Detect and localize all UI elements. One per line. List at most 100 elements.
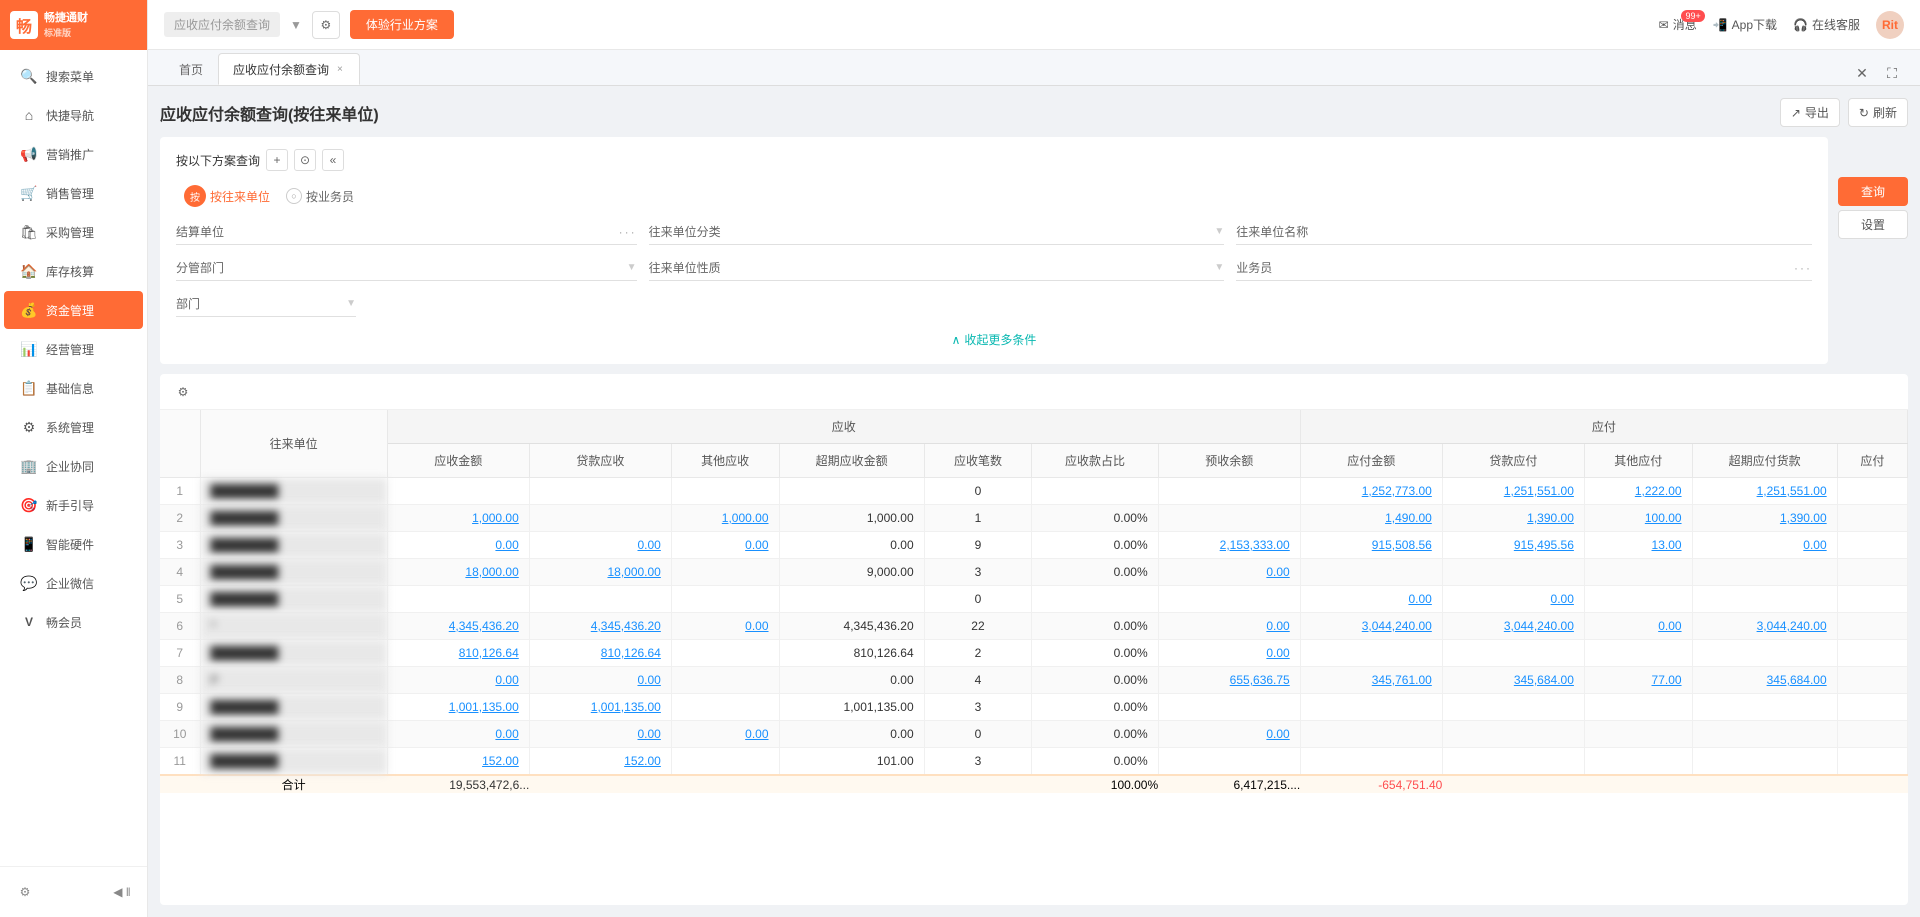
online-service-button[interactable]: 🎧 在线客服 (1793, 16, 1860, 33)
table-cell[interactable]: 0.00 (1158, 640, 1300, 667)
export-button[interactable]: ↗ 导出 (1780, 98, 1840, 127)
filter-collapse-button[interactable]: « (322, 149, 344, 171)
table-cell[interactable]: 915,508.56 (1300, 532, 1442, 559)
table-cell[interactable]: 1,252,773.00 (1300, 478, 1442, 505)
filter-field-partner-name[interactable]: 往来单位名称 (1236, 219, 1812, 245)
table-cell[interactable]: 4,345,436.20 (529, 613, 671, 640)
sidebar-item-corp[interactable]: 🏢 企业协同 (4, 447, 143, 485)
filter-field-dept[interactable]: 分管部门 ▼ (176, 255, 637, 281)
table-cell[interactable]: 1,251,551.00 (1442, 478, 1584, 505)
table-cell[interactable]: 152.00 (529, 748, 671, 776)
app-download-button[interactable]: 📲 App下载 (1713, 16, 1777, 33)
settings-button[interactable]: 设置 (1838, 210, 1908, 239)
tab-close-button[interactable]: × (335, 63, 345, 76)
filter-add-button[interactable]: + (266, 149, 288, 171)
filter-field-partner-nature[interactable]: 往来单位性质 ▼ (649, 255, 1225, 281)
table-cell[interactable]: 1,490.00 (1300, 505, 1442, 532)
table-cell[interactable]: 1,251,551.00 (1692, 478, 1837, 505)
messages-button[interactable]: ✉ 消息 99+ (1659, 16, 1697, 33)
solution-button[interactable]: 体验行业方案 (350, 10, 454, 39)
table-cell[interactable]: 100.00 (1584, 505, 1692, 532)
table-cell (1837, 478, 1907, 505)
refresh-button[interactable]: ↻ 刷新 (1848, 98, 1908, 127)
table-cell[interactable]: 1,000.00 (387, 505, 529, 532)
table-cell[interactable]: 2,153,333.00 (1158, 532, 1300, 559)
table-row: 5████████00.000.00 (160, 586, 1908, 613)
table-cell[interactable]: 18,000.00 (387, 559, 529, 586)
table-cell[interactable]: 152.00 (387, 748, 529, 776)
table-cell[interactable]: 0.00 (387, 532, 529, 559)
table-cell[interactable]: 4,345,436.20 (387, 613, 529, 640)
sidebar-item-search[interactable]: 🔍 搜索菜单 (4, 57, 143, 95)
table-cell[interactable]: 0.00 (387, 721, 529, 748)
sidebar-item-inventory[interactable]: 🏠 库存核算 (4, 252, 143, 290)
filter-field-department[interactable]: 部门 ▼ (176, 291, 356, 317)
table-cell[interactable]: 3,044,240.00 (1300, 613, 1442, 640)
table-cell[interactable]: 810,126.64 (387, 640, 529, 667)
tab-maximize-button[interactable]: ⛶ (1880, 61, 1904, 85)
sidebar-collapse-button[interactable]: ◀ ‖ (107, 877, 137, 907)
table-cell[interactable]: 3,044,240.00 (1442, 613, 1584, 640)
table-cell[interactable]: 345,684.00 (1692, 667, 1837, 694)
filter-field-salesperson[interactable]: 业务员 ··· (1236, 255, 1812, 281)
table-cell[interactable]: 1,001,135.00 (387, 694, 529, 721)
sidebar-item-purchase[interactable]: 🛍 采购管理 (4, 213, 143, 251)
table-cell[interactable]: 0.00 (671, 613, 779, 640)
table-cell[interactable]: 0.00 (1300, 586, 1442, 613)
sidebar-item-shortcut[interactable]: ⌂ 快捷导航 (4, 96, 143, 134)
table-cell[interactable]: 1,390.00 (1692, 505, 1837, 532)
table-cell[interactable]: 0.00 (529, 667, 671, 694)
table-cell[interactable]: 1,000.00 (671, 505, 779, 532)
sidebar-item-marketing[interactable]: 📢 营销推广 (4, 135, 143, 173)
table-cell[interactable]: 810,126.64 (529, 640, 671, 667)
sidebar-settings-button[interactable]: ⚙ (10, 877, 40, 907)
tab-close-window-button[interactable]: ✕ (1850, 61, 1874, 85)
table-cell[interactable]: 18,000.00 (529, 559, 671, 586)
filter-group-salesperson[interactable]: ○ 按业务员 (278, 181, 362, 211)
sidebar-item-basic[interactable]: 📋 基础信息 (4, 369, 143, 407)
filter-settings-button[interactable]: ⊙ (294, 149, 316, 171)
table-cell[interactable]: 1,222.00 (1584, 478, 1692, 505)
sidebar-item-management[interactable]: 📊 经营管理 (4, 330, 143, 368)
table-cell[interactable]: 0.00 (1442, 586, 1584, 613)
table-cell[interactable]: 0.00 (671, 721, 779, 748)
table-cell[interactable]: 345,761.00 (1300, 667, 1442, 694)
table-cell[interactable]: 0.00 (529, 532, 671, 559)
table-scroll-wrapper[interactable]: 往来单位 应收 应付 应收金额 贷款应收 其他应收 超期应收金额 应收笔数 应收… (160, 410, 1908, 905)
table-cell[interactable]: 77.00 (1584, 667, 1692, 694)
sidebar-item-wechat[interactable]: 💬 企业微信 (4, 564, 143, 602)
table-cell[interactable]: 345,684.00 (1442, 667, 1584, 694)
sidebar-item-vip[interactable]: V 畅会员 (4, 603, 143, 641)
table-cell[interactable]: 1,390.00 (1442, 505, 1584, 532)
table-cell[interactable]: 915,495.56 (1442, 532, 1584, 559)
table-cell[interactable]: 655,636.75 (1158, 667, 1300, 694)
table-cell[interactable]: 1,001,135.00 (529, 694, 671, 721)
table-cell[interactable]: 0.00 (1158, 613, 1300, 640)
user-avatar[interactable]: Rit (1876, 11, 1904, 39)
sidebar-item-sales[interactable]: 🛒 销售管理 (4, 174, 143, 212)
filter-field-settlement[interactable]: 结算单位 ··· (176, 219, 637, 245)
sidebar-item-finance[interactable]: 💰 资金管理 (4, 291, 143, 329)
sidebar-item-system[interactable]: ⚙ 系统管理 (4, 408, 143, 446)
sidebar-item-device[interactable]: 📱 智能硬件 (4, 525, 143, 563)
filter-collapse-button[interactable]: ∧ 收起更多条件 (176, 327, 1812, 352)
sidebar-item-guide[interactable]: 🎯 新手引导 (4, 486, 143, 524)
table-cell[interactable]: 3,044,240.00 (1692, 613, 1837, 640)
table-cell[interactable]: 0.00 (1692, 532, 1837, 559)
filter-group-partner[interactable]: 按 按往来单位 (176, 181, 278, 211)
table-cell[interactable]: 0.00 (387, 667, 529, 694)
query-button[interactable]: 查询 (1838, 177, 1908, 206)
table-cell[interactable]: 0.00 (529, 721, 671, 748)
table-cell[interactable]: 0.00 (1158, 721, 1300, 748)
table-cell (1300, 640, 1442, 667)
topbar-gear-button[interactable]: ⚙ (312, 11, 340, 39)
filter-field-partner-category[interactable]: 往来单位分类 ▼ (649, 219, 1225, 245)
table-cell[interactable]: 0.00 (1158, 559, 1300, 586)
table-settings-icon[interactable]: ⚙ (172, 381, 194, 403)
tab-receivable[interactable]: 应收应付余额查询 × (218, 53, 360, 85)
table-cell[interactable]: 13.00 (1584, 532, 1692, 559)
table-cell[interactable]: 0.00 (1584, 613, 1692, 640)
topbar-dropdown-icon[interactable]: ▼ (290, 18, 302, 32)
tab-home[interactable]: 首页 (164, 53, 218, 85)
table-cell[interactable]: 0.00 (671, 532, 779, 559)
